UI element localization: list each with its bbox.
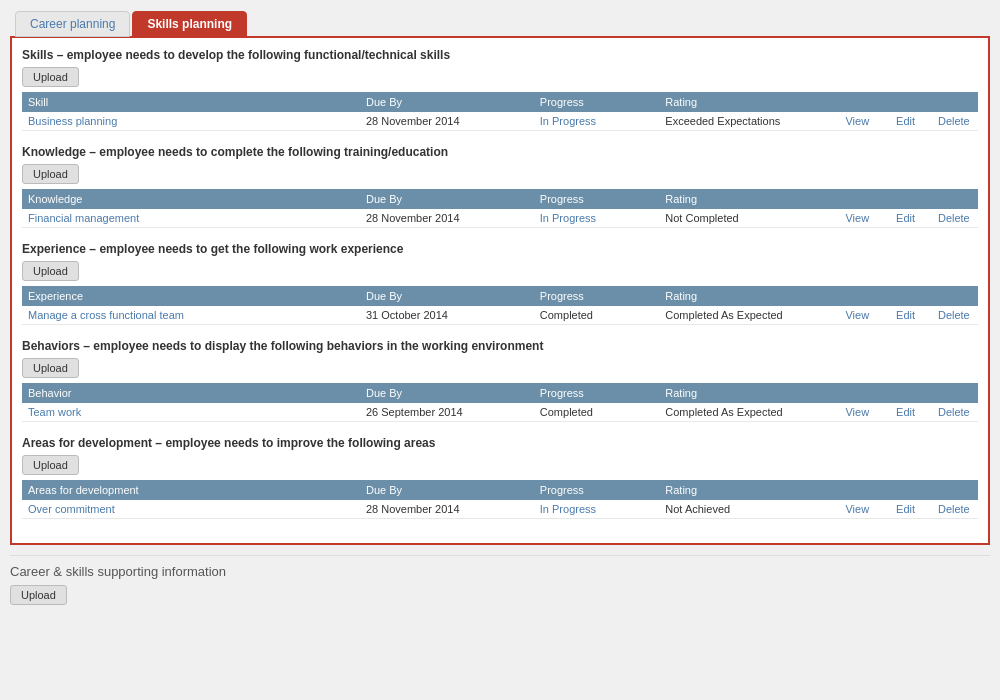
upload-button-areas[interactable]: Upload	[22, 455, 79, 475]
behaviors-table: Behavior Due By Progress Rating Team wor…	[22, 383, 978, 422]
table-row: Manage a cross functional team 31 Octobe…	[22, 306, 978, 325]
behaviors-name-link[interactable]: Team work	[28, 406, 81, 418]
skills-row-delete: Delete	[930, 112, 978, 131]
section-experience: Experience – employee needs to get the f…	[22, 242, 978, 325]
knowledge-row-name: Financial management	[22, 209, 360, 228]
knowledge-col-rating: Rating	[659, 189, 833, 209]
table-row: Over commitment 28 November 2014 In Prog…	[22, 500, 978, 519]
skills-col-a3	[930, 92, 978, 112]
knowledge-table: Knowledge Due By Progress Rating Financi…	[22, 189, 978, 228]
knowledge-name-link[interactable]: Financial management	[28, 212, 139, 224]
upload-button-footer[interactable]: Upload	[10, 585, 67, 605]
areas-edit-link[interactable]: Edit	[896, 503, 915, 515]
knowledge-col-dueby: Due By	[360, 189, 534, 209]
experience-edit-link[interactable]: Edit	[896, 309, 915, 321]
section-skills-title: Skills – employee needs to develop the f…	[22, 48, 978, 62]
skills-delete-link[interactable]: Delete	[938, 115, 970, 127]
skills-row-view: View	[833, 112, 881, 131]
table-row: Financial management 28 November 2014 In…	[22, 209, 978, 228]
table-row: Team work 26 September 2014 Completed Co…	[22, 403, 978, 422]
areas-delete-link[interactable]: Delete	[938, 503, 970, 515]
behaviors-edit-link[interactable]: Edit	[896, 406, 915, 418]
experience-row-name: Manage a cross functional team	[22, 306, 360, 325]
skills-row-edit: Edit	[881, 112, 929, 131]
experience-name-link[interactable]: Manage a cross functional team	[28, 309, 184, 321]
skills-view-link[interactable]: View	[845, 115, 869, 127]
section-experience-title: Experience – employee needs to get the f…	[22, 242, 978, 256]
section-areas-for-development: Areas for development – employee needs t…	[22, 436, 978, 519]
skills-row-progress: In Progress	[534, 112, 660, 131]
skills-col-name: Skill	[22, 92, 360, 112]
upload-button-knowledge[interactable]: Upload	[22, 164, 79, 184]
section-areas-title: Areas for development – employee needs t…	[22, 436, 978, 450]
skills-col-progress: Progress	[534, 92, 660, 112]
experience-table: Experience Due By Progress Rating Manage…	[22, 286, 978, 325]
knowledge-delete-link[interactable]: Delete	[938, 212, 970, 224]
knowledge-row-progress: In Progress	[534, 209, 660, 228]
tabs-bar: Career planning Skills planning	[10, 10, 990, 36]
skills-col-a1	[833, 92, 881, 112]
upload-button-skills[interactable]: Upload	[22, 67, 79, 87]
skills-row-rating: Exceeded Expectations	[659, 112, 833, 131]
skills-col-a2	[881, 92, 929, 112]
skills-edit-link[interactable]: Edit	[896, 115, 915, 127]
upload-button-behaviors[interactable]: Upload	[22, 358, 79, 378]
section-behaviors-title: Behaviors – employee needs to display th…	[22, 339, 978, 353]
page-wrapper: Career planning Skills planning Skills –…	[0, 0, 1000, 700]
section-skills: Skills – employee needs to develop the f…	[22, 48, 978, 131]
knowledge-row-dueby: 28 November 2014	[360, 209, 534, 228]
experience-view-link[interactable]: View	[845, 309, 869, 321]
tab-career-planning[interactable]: Career planning	[15, 11, 130, 37]
upload-button-experience[interactable]: Upload	[22, 261, 79, 281]
skills-col-dueby: Due By	[360, 92, 534, 112]
areas-name-link[interactable]: Over commitment	[28, 503, 115, 515]
skills-row-name: Business planning	[22, 112, 360, 131]
behaviors-delete-link[interactable]: Delete	[938, 406, 970, 418]
skills-table: Skill Due By Progress Rating Business pl…	[22, 92, 978, 131]
footer-title: Career & skills supporting information	[10, 564, 990, 579]
footer-section: Career & skills supporting information U…	[10, 555, 990, 610]
tab-skills-planning[interactable]: Skills planning	[132, 11, 247, 37]
behaviors-view-link[interactable]: View	[845, 406, 869, 418]
areas-table: Areas for development Due By Progress Ra…	[22, 480, 978, 519]
areas-view-link[interactable]: View	[845, 503, 869, 515]
knowledge-view-link[interactable]: View	[845, 212, 869, 224]
section-knowledge-title: Knowledge – employee needs to complete t…	[22, 145, 978, 159]
experience-col-name: Experience	[22, 286, 360, 306]
main-content: Skills – employee needs to develop the f…	[10, 36, 990, 545]
knowledge-col-name: Knowledge	[22, 189, 360, 209]
knowledge-edit-link[interactable]: Edit	[896, 212, 915, 224]
knowledge-row-rating: Not Completed	[659, 209, 833, 228]
skills-col-rating: Rating	[659, 92, 833, 112]
section-knowledge: Knowledge – employee needs to complete t…	[22, 145, 978, 228]
table-row: Business planning 28 November 2014 In Pr…	[22, 112, 978, 131]
knowledge-col-progress: Progress	[534, 189, 660, 209]
skills-name-link[interactable]: Business planning	[28, 115, 117, 127]
experience-delete-link[interactable]: Delete	[938, 309, 970, 321]
skills-row-dueby: 28 November 2014	[360, 112, 534, 131]
section-behaviors: Behaviors – employee needs to display th…	[22, 339, 978, 422]
